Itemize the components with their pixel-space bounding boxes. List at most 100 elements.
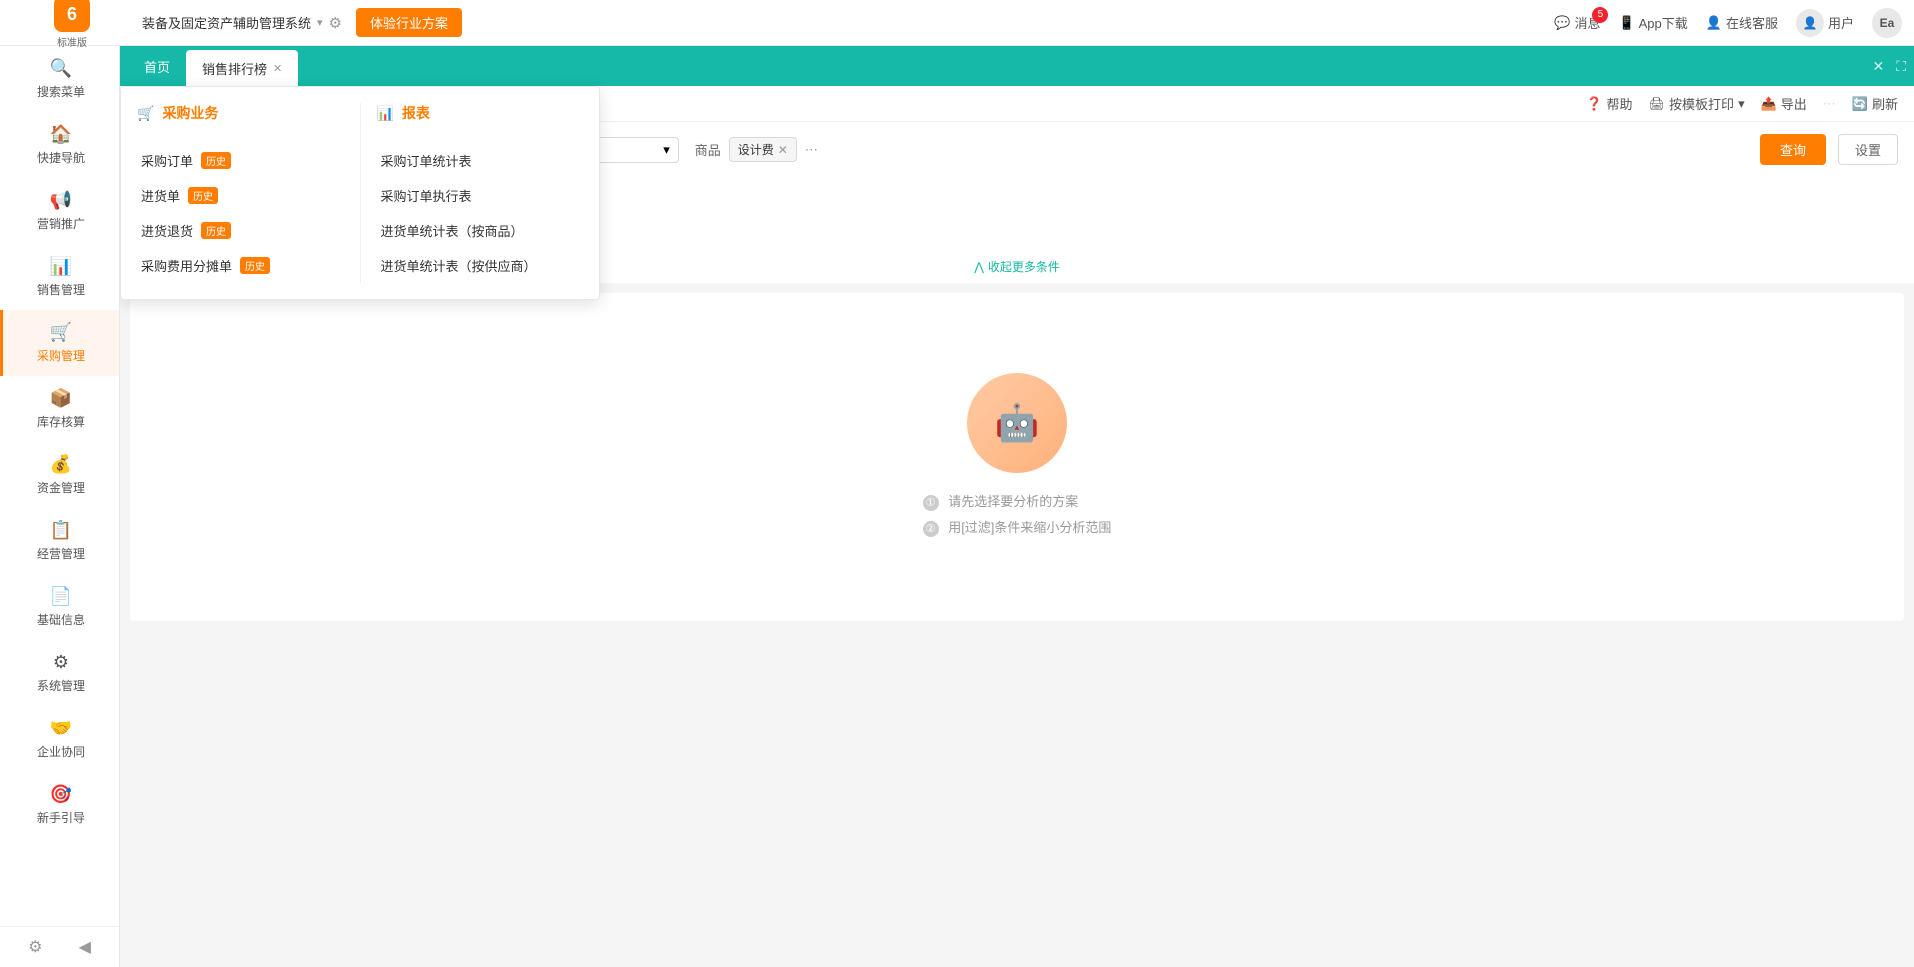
top-bar-right: 💬 消息 5 📱 App下载 👤 在线客服 👤 用户 Ea: [1554, 8, 1902, 38]
logo-subtitle: 标准版: [57, 34, 87, 49]
sidebar-item-finance[interactable]: 💰 资金管理: [0, 442, 119, 508]
menu-divider: [360, 103, 361, 283]
service-icon: 👤: [1706, 15, 1722, 31]
app-download-item[interactable]: 📱 App下载: [1618, 13, 1687, 32]
sidebar-item-purchase[interactable]: 🛒 采购管理: [0, 310, 119, 376]
print-button[interactable]: 🖨 按模板打印 ▾: [1649, 94, 1745, 113]
menu-item-purchase-incoming-label: 进货单: [141, 186, 180, 205]
goods-label: 商品: [695, 140, 721, 159]
sidebar-item-operations[interactable]: 📋 经营管理: [0, 508, 119, 574]
query-button[interactable]: 查询: [1760, 134, 1826, 165]
menu-item-purchase-return-label: 进货退货: [141, 221, 193, 240]
sidebar-item-inventory-label: 库存核算: [37, 413, 85, 430]
print-icon: 🖨: [1649, 96, 1666, 112]
menu-item-purchase-order[interactable]: 采购订单 历史: [137, 143, 344, 178]
trial-button[interactable]: 体验行业方案: [356, 8, 462, 37]
refresh-button[interactable]: 🔄 刷新: [1852, 94, 1898, 113]
settings-button[interactable]: 设置: [1838, 134, 1898, 165]
tab-close-icon[interactable]: ✕: [273, 62, 282, 75]
menu-item-purchase-expense-label: 采购费用分摊单: [141, 256, 232, 275]
app-download-label: App下载: [1639, 13, 1688, 32]
menu-item-incoming-by-supplier[interactable]: 进货单统计表（按供应商）: [377, 248, 584, 283]
online-service-item[interactable]: 👤 在线客服: [1706, 13, 1778, 32]
menu-item-purchase-order-report[interactable]: 采购订单统计表: [377, 143, 584, 178]
filter-goods: 商品 设计费 ✕ ⋯: [695, 137, 818, 162]
system-icon: ⚙: [53, 652, 69, 673]
sales-icon: 📊: [50, 256, 72, 277]
sidebar-item-basic-info[interactable]: 📄 基础信息: [0, 574, 119, 640]
empty-tips: ① 请先选择要分析的方案 ② 用[过滤]条件来缩小分析范围: [923, 489, 1112, 541]
goods-tag-close[interactable]: ✕: [778, 143, 788, 157]
refresh-label: 刷新: [1872, 94, 1898, 113]
purchase-section-icon: 🛒: [137, 105, 154, 122]
menu-item-purchase-return[interactable]: 进货退货 历史: [137, 213, 344, 248]
tab-maximize-icon[interactable]: ⛶: [1896, 58, 1906, 75]
menu-item-incoming-by-goods-label: 进货单统计表（按商品）: [381, 221, 524, 240]
sidebar-item-sales-label: 销售管理: [37, 281, 85, 298]
sidebar-collapse-icon[interactable]: ◀: [79, 937, 91, 957]
history-badge-1: 历史: [201, 152, 231, 169]
export-label: 导出: [1781, 94, 1807, 113]
operations-icon: 📋: [50, 520, 72, 541]
system-settings-icon[interactable]: ⚙: [329, 14, 342, 32]
tab-bar-right: ✕ ⛶: [1872, 58, 1906, 75]
report-section-icon: 📊: [377, 105, 394, 122]
menu-item-incoming-by-goods[interactable]: 进货单统计表（按商品）: [377, 213, 584, 248]
tab-sales-rank[interactable]: 销售排行榜 ✕: [186, 50, 298, 86]
goods-tag[interactable]: 设计费 ✕: [729, 137, 797, 162]
system-name: 装备及固定资产辅助管理系统: [142, 13, 311, 32]
sidebar-item-finance-label: 资金管理: [37, 479, 85, 496]
tab-home-label: 首页: [144, 57, 170, 76]
sidebar-item-system[interactable]: ⚙ 系统管理: [0, 640, 119, 706]
avatar-icon: 👤: [1796, 9, 1824, 37]
logo: 6 标准版: [12, 0, 132, 49]
menu-item-incoming-by-supplier-label: 进货单统计表（按供应商）: [381, 256, 537, 275]
ea-item[interactable]: Ea: [1872, 8, 1902, 38]
history-badge-2: 历史: [188, 187, 218, 204]
sidebar-item-guide-label: 新手引导: [37, 809, 85, 826]
empty-tip-1: ① 请先选择要分析的方案: [923, 489, 1112, 515]
tab-home[interactable]: 首页: [128, 46, 186, 86]
logo-icon: 6: [54, 0, 90, 32]
help-label: 帮助: [1607, 94, 1633, 113]
sidebar: 🔍 搜索菜单 🏠 快捷导航 📢 营销推广 📊 销售管理 🛒 采购管理 📦 库存核…: [0, 46, 120, 967]
menu-item-purchase-expense[interactable]: 采购费用分摊单 历史: [137, 248, 344, 283]
sidebar-item-enterprise[interactable]: 🤝 企业协同: [0, 706, 119, 772]
system-dropdown-arrow[interactable]: ▾: [317, 16, 323, 29]
print-arrow: ▾: [1738, 96, 1745, 112]
inventory-icon: 📦: [50, 388, 72, 409]
sidebar-item-sales[interactable]: 📊 销售管理: [0, 244, 119, 310]
menu-item-purchase-order-exec[interactable]: 采购订单执行表: [377, 178, 584, 213]
sidebar-settings-icon[interactable]: ⚙: [28, 937, 42, 957]
sidebar-item-quick-nav[interactable]: 🏠 快捷导航: [0, 112, 119, 178]
message-item[interactable]: 💬 消息 5: [1554, 13, 1600, 32]
tab-close-window-icon[interactable]: ✕: [1872, 58, 1884, 75]
top-bar: 6 标准版 装备及固定资产辅助管理系统 ▾ ⚙ 体验行业方案 💬 消息 5 📱 …: [0, 0, 1914, 46]
sidebar-item-marketing[interactable]: 📢 营销推广: [0, 178, 119, 244]
tip-num-1: ①: [923, 495, 939, 511]
sidebar-item-search[interactable]: 🔍 搜索菜单: [0, 46, 119, 112]
empty-state: 🤖 ① 请先选择要分析的方案 ② 用[过滤]条件来缩小分析范围: [130, 293, 1904, 621]
sidebar-item-search-label: 搜索菜单: [37, 83, 85, 100]
goods-tag-label: 设计费: [738, 141, 774, 158]
basic-info-icon: 📄: [50, 586, 72, 607]
sidebar-item-basic-info-label: 基础信息: [37, 611, 85, 628]
export-icon: 📤: [1761, 96, 1777, 112]
tab-area: 首页 销售排行榜 ✕ ✕ ⛶ 🛒 采购业务: [120, 46, 1914, 86]
sidebar-item-inventory[interactable]: 📦 库存核算: [0, 376, 119, 442]
collapse-label: 收起更多条件: [988, 258, 1060, 275]
online-service-label: 在线客服: [1726, 13, 1778, 32]
export-button[interactable]: 📤 导出: [1761, 94, 1807, 113]
goods-more-dots: ⋯: [805, 142, 818, 158]
tab-bar: 首页 销售排行榜 ✕ ✕ ⛶: [120, 46, 1914, 86]
history-badge-4: 历史: [240, 257, 270, 274]
purchase-icon: 🛒: [50, 322, 72, 343]
guide-icon: 🎯: [50, 784, 72, 805]
report-section: 📊 报表 采购订单统计表 采购订单执行表 进货单统计表（按商品） 进货单统计表（…: [377, 103, 584, 283]
help-button[interactable]: ❓ 帮助: [1586, 94, 1632, 113]
menu-item-purchase-order-report-label: 采购订单统计表: [381, 151, 472, 170]
notification-badge: 5: [1592, 7, 1608, 23]
menu-item-purchase-incoming[interactable]: 进货单 历史: [137, 178, 344, 213]
user-item[interactable]: 👤 用户: [1796, 9, 1854, 37]
sidebar-item-guide[interactable]: 🎯 新手引导: [0, 772, 119, 838]
